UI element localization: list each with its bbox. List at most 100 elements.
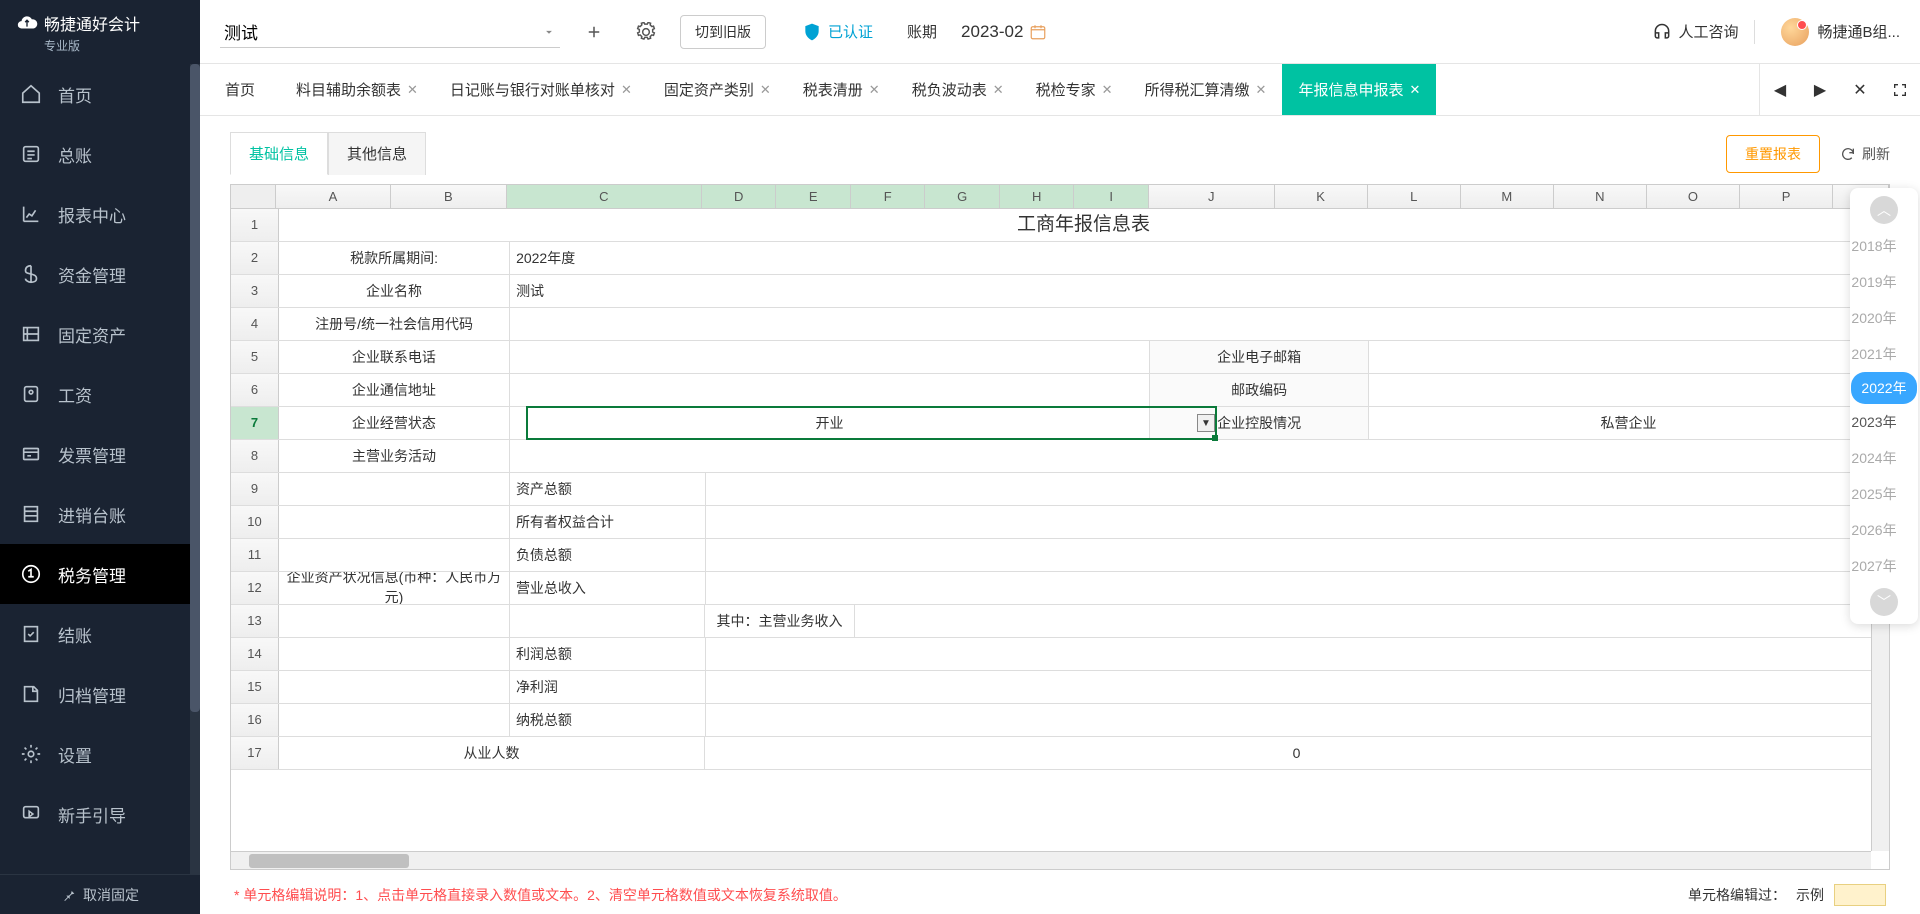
tab-close-4[interactable]: ✕ (993, 82, 1004, 98)
row-header-11[interactable]: 11 (231, 539, 279, 571)
tab-0[interactable]: 料目辅助余额表✕ (280, 64, 434, 115)
sidebar-item-2[interactable]: 报表中心 (0, 184, 200, 244)
col-header-J[interactable]: J (1149, 185, 1275, 208)
row-header-6[interactable]: 6 (231, 374, 279, 406)
asset-row-5[interactable]: 净利润 (510, 671, 706, 703)
status-label[interactable]: 企业经营状态 (279, 407, 510, 439)
tab-close-1[interactable]: ✕ (621, 82, 632, 98)
company-selector[interactable] (220, 15, 560, 48)
year-down-button[interactable]: ﹀ (1870, 588, 1898, 616)
col-header-F[interactable]: F (851, 185, 925, 208)
sidebar-item-9[interactable]: 结账 (0, 604, 200, 664)
asset-row-4[interactable]: 利润总额 (510, 638, 706, 670)
tab-fullscreen[interactable] (1880, 64, 1920, 115)
tab-close-0[interactable]: ✕ (407, 82, 418, 98)
col-header-P[interactable]: P (1740, 185, 1833, 208)
row-header-7[interactable]: 7 (231, 407, 279, 439)
asset-val-2[interactable] (706, 539, 1889, 571)
sidebar-item-7[interactable]: 进销台账 (0, 484, 200, 544)
col-header-H[interactable]: H (1000, 185, 1074, 208)
tab-1[interactable]: 日记账与银行对账单核对✕ (434, 64, 648, 115)
row-header-14[interactable]: 14 (231, 638, 279, 670)
sidebar-item-11[interactable]: 设置 (0, 724, 200, 784)
asset-val-5[interactable] (706, 671, 1889, 703)
company-label[interactable]: 企业名称 (279, 275, 510, 307)
tab-scroll-left[interactable]: ◀ (1760, 64, 1800, 115)
col-header-G[interactable]: G (925, 185, 999, 208)
tab-close-6[interactable]: ✕ (1256, 82, 1267, 98)
col-header-I[interactable]: I (1074, 185, 1148, 208)
year-2026年[interactable]: 2026年 (1851, 512, 1916, 548)
asset-row-3[interactable]: 营业总收入 (510, 572, 706, 604)
user-menu[interactable]: 畅捷通B组... (1781, 18, 1900, 46)
add-button[interactable] (576, 14, 612, 50)
col-header-B[interactable]: B (391, 185, 506, 208)
col-header-K[interactable]: K (1275, 185, 1368, 208)
reset-report-button[interactable]: 重置报表 (1726, 135, 1820, 173)
col-header-M[interactable]: M (1461, 185, 1554, 208)
year-2024年[interactable]: 2024年 (1851, 440, 1916, 476)
row-header-4[interactable]: 4 (231, 308, 279, 340)
col-header-O[interactable]: O (1647, 185, 1740, 208)
subtab-basic-info[interactable]: 基础信息 (230, 132, 328, 175)
row-header-10[interactable]: 10 (231, 506, 279, 538)
year-2018年[interactable]: 2018年 (1851, 228, 1916, 264)
sidebar-item-3[interactable]: 资金管理 (0, 244, 200, 304)
period-picker[interactable]: 2023-02 (961, 22, 1047, 42)
col-header-D[interactable]: D (702, 185, 776, 208)
row-header-9[interactable]: 9 (231, 473, 279, 505)
sidebar-scrollbar[interactable] (190, 64, 200, 874)
row-header-1[interactable]: 1 (231, 209, 279, 241)
status-value[interactable]: 开业 (510, 407, 1150, 439)
year-2021年[interactable]: 2021年 (1851, 336, 1916, 372)
row-header-8[interactable]: 8 (231, 440, 279, 472)
tab-close-7[interactable]: ✕ (1409, 82, 1420, 98)
sidebar-item-8[interactable]: 税务管理 (0, 544, 200, 604)
asset-val-4[interactable] (706, 638, 1889, 670)
holding-value[interactable]: 私营企业 (1369, 407, 1889, 439)
row-header-2[interactable]: 2 (231, 242, 279, 274)
col-header-N[interactable]: N (1554, 185, 1647, 208)
sub-income-val[interactable] (855, 605, 1889, 637)
col-header-C[interactable]: C (507, 185, 702, 208)
row-header-13[interactable]: 13 (231, 605, 279, 637)
mainbiz-label[interactable]: 主营业务活动 (279, 440, 510, 472)
col-header-A[interactable]: A (276, 185, 391, 208)
asset-val-6[interactable] (706, 704, 1889, 736)
sidebar-item-0[interactable]: 首页 (0, 64, 200, 124)
unpin-button[interactable]: 取消固定 (0, 874, 200, 914)
col-header-L[interactable]: L (1368, 185, 1461, 208)
asset-row-1[interactable]: 所有者权益合计 (510, 506, 706, 538)
post-value[interactable] (1369, 374, 1889, 406)
row-header-17[interactable]: 17 (231, 737, 279, 769)
email-label[interactable]: 企业电子邮箱 (1150, 341, 1369, 373)
year-2019年[interactable]: 2019年 (1851, 264, 1916, 300)
tab-home[interactable]: 首页 (200, 64, 280, 115)
tab-7[interactable]: 年报信息申报表✕ (1282, 64, 1436, 115)
regno-value[interactable] (510, 308, 1889, 340)
holding-label[interactable]: 企业控股情况 (1150, 407, 1369, 439)
tab-scroll-right[interactable]: ▶ (1800, 64, 1840, 115)
addr-value[interactable] (510, 374, 1150, 406)
dropdown-arrow[interactable]: ▼ (1197, 414, 1215, 432)
subtab-other-info[interactable]: 其他信息 (328, 132, 426, 175)
spreadsheet[interactable]: ABCDEFGHIJKLMNOPQ 1工商年报信息表2税款所属期间:2022年度… (230, 184, 1890, 870)
tab-close-2[interactable]: ✕ (760, 82, 771, 98)
sidebar-item-4[interactable]: 固定资产 (0, 304, 200, 364)
asset-row-0[interactable]: 资产总额 (510, 473, 706, 505)
tab-5[interactable]: 税检专家✕ (1020, 64, 1129, 115)
row-header-12[interactable]: 12 (231, 572, 279, 604)
tab-close-all[interactable]: ✕ (1840, 64, 1880, 115)
phone-label[interactable]: 企业联系电话 (279, 341, 510, 373)
asset-row-2[interactable]: 负债总额 (510, 539, 706, 571)
tab-close-3[interactable]: ✕ (869, 82, 880, 98)
tab-close-5[interactable]: ✕ (1102, 82, 1113, 98)
company-input[interactable] (220, 15, 560, 48)
period-label[interactable]: 税款所属期间: (279, 242, 510, 274)
sidebar-item-10[interactable]: 归档管理 (0, 664, 200, 724)
addr-label[interactable]: 企业通信地址 (279, 374, 510, 406)
email-value[interactable] (1369, 341, 1889, 373)
sidebar-item-1[interactable]: 总账 (0, 124, 200, 184)
refresh-button[interactable]: 刷新 (1840, 144, 1890, 164)
company-value[interactable]: 测试 (510, 275, 1889, 307)
